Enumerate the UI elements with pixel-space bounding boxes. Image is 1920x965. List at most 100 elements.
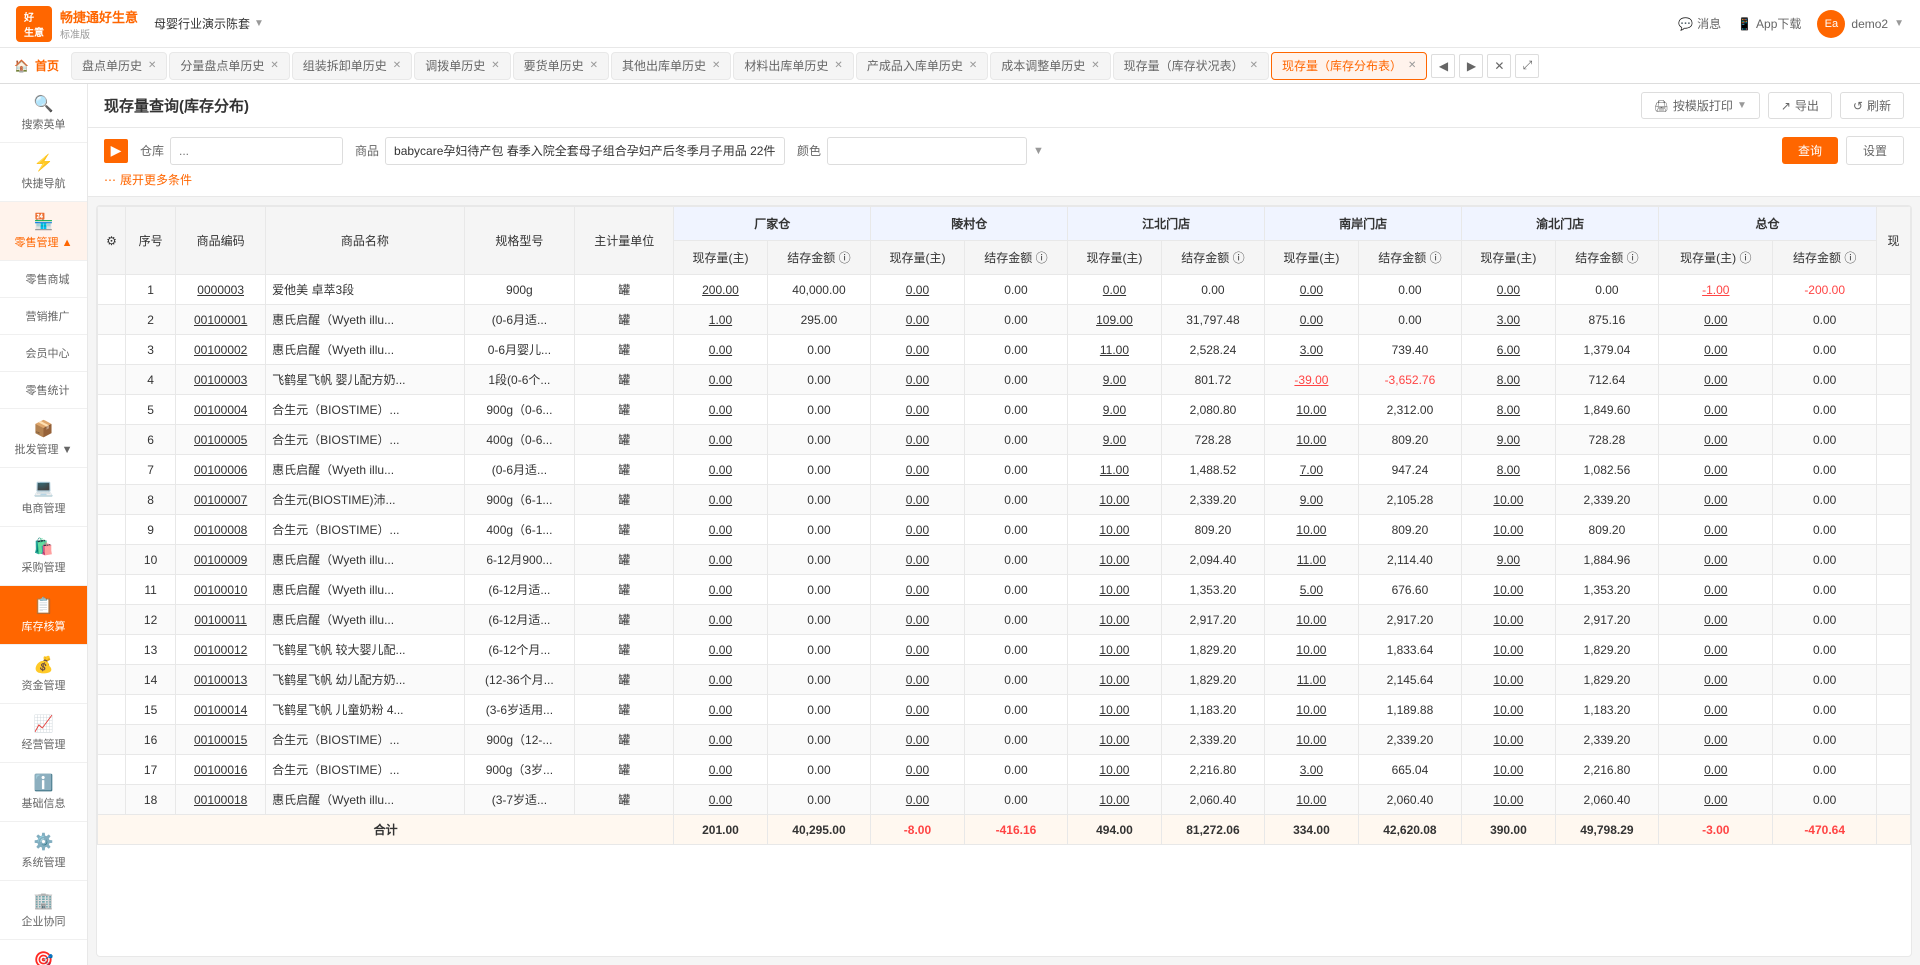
col-ling-qty[interactable]: 0.00 — [871, 605, 965, 635]
col-jiangbei-qty[interactable]: 10.00 — [1068, 635, 1162, 665]
col-ling-qty[interactable]: 0.00 — [871, 575, 965, 605]
col-ling-qty[interactable]: 0.00 — [871, 275, 965, 305]
tab-finished-in[interactable]: 产成品入库单历史 ✕ — [856, 52, 988, 80]
col-factory-qty[interactable]: 0.00 — [674, 485, 768, 515]
close-tab-material-out[interactable]: ✕ — [834, 60, 842, 71]
col-total-qty[interactable]: 0.00 — [1659, 635, 1773, 665]
sidebar-item-quick-nav[interactable]: ⚡ 快捷导航 — [0, 143, 87, 202]
col-yubeimen-qty[interactable]: 9.00 — [1462, 545, 1556, 575]
col-ling-qty[interactable]: 0.00 — [871, 395, 965, 425]
tab-close-all-btn[interactable]: ✕ — [1487, 54, 1511, 78]
col-total-qty[interactable]: 0.00 — [1659, 485, 1773, 515]
col-ling-qty[interactable]: 0.00 — [871, 545, 965, 575]
sidebar-item-system[interactable]: ⚙️ 系统管理 — [0, 822, 87, 881]
tab-transfer[interactable]: 调拨单历史 ✕ — [414, 52, 510, 80]
expand-conditions-btn[interactable]: ⋯ 展开更多条件 — [104, 171, 1904, 188]
col-yubeimen-qty[interactable]: 10.00 — [1462, 605, 1556, 635]
col-factory-qty[interactable]: 0.00 — [674, 425, 768, 455]
sidebar-item-corp[interactable]: 🏢 企业协同 — [0, 881, 87, 940]
col-code[interactable]: 00100007 — [176, 485, 266, 515]
tab-stock-dist[interactable]: 现存量（库存分布表） ✕ — [1271, 52, 1427, 80]
sidebar-item-wholesale[interactable]: 📦 批发管理 ▼ — [0, 409, 87, 468]
col-nanbin-qty[interactable]: 10.00 — [1265, 725, 1359, 755]
sidebar-item-member[interactable]: 会员中心 — [0, 335, 87, 372]
col-code[interactable]: 00100008 — [176, 515, 266, 545]
col-jiangbei-qty[interactable]: 10.00 — [1068, 485, 1162, 515]
col-code[interactable]: 00100018 — [176, 785, 266, 815]
col-total-qty[interactable]: 0.00 — [1659, 365, 1773, 395]
col-nanbin-qty[interactable]: 10.00 — [1265, 605, 1359, 635]
tab-stock-status[interactable]: 现存量（库存状况表） ✕ — [1113, 52, 1269, 80]
col-total-qty[interactable]: 0.00 — [1659, 785, 1773, 815]
col-code[interactable]: 00100009 — [176, 545, 266, 575]
col-yubeimen-qty[interactable]: 6.00 — [1462, 335, 1556, 365]
col-yubeimen-qty[interactable]: 8.00 — [1462, 365, 1556, 395]
tab-prev-btn[interactable]: ◀ — [1431, 54, 1455, 78]
col-ling-qty[interactable]: 0.00 — [871, 725, 965, 755]
tab-next-btn[interactable]: ▶ — [1459, 54, 1483, 78]
app-download-btn[interactable]: 📱 App下载 — [1737, 15, 1801, 32]
col-code[interactable]: 00100013 — [176, 665, 266, 695]
col-factory-qty[interactable]: 0.00 — [674, 695, 768, 725]
col-ling-qty[interactable]: 0.00 — [871, 335, 965, 365]
col-code[interactable]: 00100015 — [176, 725, 266, 755]
col-ling-qty[interactable]: 0.00 — [871, 635, 965, 665]
col-nanbin-qty[interactable]: 3.00 — [1265, 755, 1359, 785]
col-code[interactable]: 00100005 — [176, 425, 266, 455]
filter-collapse-btn[interactable]: ▶ — [104, 139, 128, 163]
close-tab-transfer[interactable]: ✕ — [491, 60, 499, 71]
warehouse-input[interactable] — [170, 137, 343, 165]
sidebar-item-guide[interactable]: 🎯 新手引导 — [0, 940, 87, 965]
sidebar-item-retail-store[interactable]: 零售商城 — [0, 261, 87, 298]
sidebar-item-basic[interactable]: ℹ️ 基础信息 — [0, 763, 87, 822]
col-nanbin-qty[interactable]: -39.00 — [1265, 365, 1359, 395]
col-jiangbei-qty[interactable]: 10.00 — [1068, 695, 1162, 725]
col-factory-qty[interactable]: 200.00 — [674, 275, 768, 305]
close-tab-stock-status[interactable]: ✕ — [1250, 60, 1258, 71]
col-factory-qty[interactable]: 0.00 — [674, 365, 768, 395]
industry-selector[interactable]: 母婴行业演示陈套 ▼ — [154, 15, 264, 32]
col-yubeimen-qty[interactable]: 3.00 — [1462, 305, 1556, 335]
col-ling-qty[interactable]: 0.00 — [871, 305, 965, 335]
close-tab-split-inventory[interactable]: ✕ — [270, 60, 278, 71]
col-factory-qty[interactable]: 0.00 — [674, 575, 768, 605]
col-nanbin-qty[interactable]: 10.00 — [1265, 635, 1359, 665]
col-jiangbei-qty[interactable]: 10.00 — [1068, 605, 1162, 635]
col-jiangbei-qty[interactable]: 10.00 — [1068, 575, 1162, 605]
col-total-qty[interactable]: -1.00 — [1659, 275, 1773, 305]
col-nanbin-qty[interactable]: 5.00 — [1265, 575, 1359, 605]
col-jiangbei-qty[interactable]: 9.00 — [1068, 365, 1162, 395]
col-jiangbei-qty[interactable]: 10.00 — [1068, 725, 1162, 755]
col-jiangbei-qty[interactable]: 0.00 — [1068, 275, 1162, 305]
col-total-qty[interactable]: 0.00 — [1659, 305, 1773, 335]
col-factory-qty[interactable]: 0.00 — [674, 545, 768, 575]
col-nanbin-qty[interactable]: 10.00 — [1265, 395, 1359, 425]
tab-expand-btn[interactable]: ⤢ — [1515, 54, 1539, 78]
sidebar-item-purchase[interactable]: 🛍️ 采购管理 — [0, 527, 87, 586]
sidebar-item-search[interactable]: 🔍 搜索英单 — [0, 84, 87, 143]
col-settings-header[interactable]: ⚙ — [98, 207, 126, 275]
col-jiangbei-qty[interactable]: 9.00 — [1068, 395, 1162, 425]
tab-home[interactable]: 🏠 首页 — [4, 52, 69, 80]
col-nanbin-qty[interactable]: 10.00 — [1265, 785, 1359, 815]
close-tab-assemble[interactable]: ✕ — [393, 60, 401, 71]
col-ling-qty[interactable]: 0.00 — [871, 695, 965, 725]
tab-assemble-dismantle[interactable]: 组装拆卸单历史 ✕ — [292, 52, 412, 80]
col-ling-qty[interactable]: 0.00 — [871, 755, 965, 785]
col-jiangbei-qty[interactable]: 9.00 — [1068, 425, 1162, 455]
col-factory-qty[interactable]: 1.00 — [674, 305, 768, 335]
col-total-qty[interactable]: 0.00 — [1659, 395, 1773, 425]
col-ling-qty[interactable]: 0.00 — [871, 665, 965, 695]
col-ling-qty[interactable]: 0.00 — [871, 485, 965, 515]
close-tab-inventory-single[interactable]: ✕ — [148, 60, 156, 71]
col-ling-qty[interactable]: 0.00 — [871, 515, 965, 545]
col-ling-qty[interactable]: 0.00 — [871, 425, 965, 455]
refresh-btn[interactable]: ↺ 刷新 — [1840, 92, 1904, 119]
print-btn[interactable]: 🖨 按模版打印 ▼ — [1641, 92, 1760, 119]
sidebar-item-retail-mgmt[interactable]: 🏪 零售管理 ▲ — [0, 202, 87, 261]
col-jiangbei-qty[interactable]: 10.00 — [1068, 515, 1162, 545]
col-ling-qty[interactable]: 0.00 — [871, 785, 965, 815]
settings-btn[interactable]: 设置 — [1846, 136, 1904, 165]
col-nanbin-qty[interactable]: 9.00 — [1265, 485, 1359, 515]
col-nanbin-qty[interactable]: 7.00 — [1265, 455, 1359, 485]
